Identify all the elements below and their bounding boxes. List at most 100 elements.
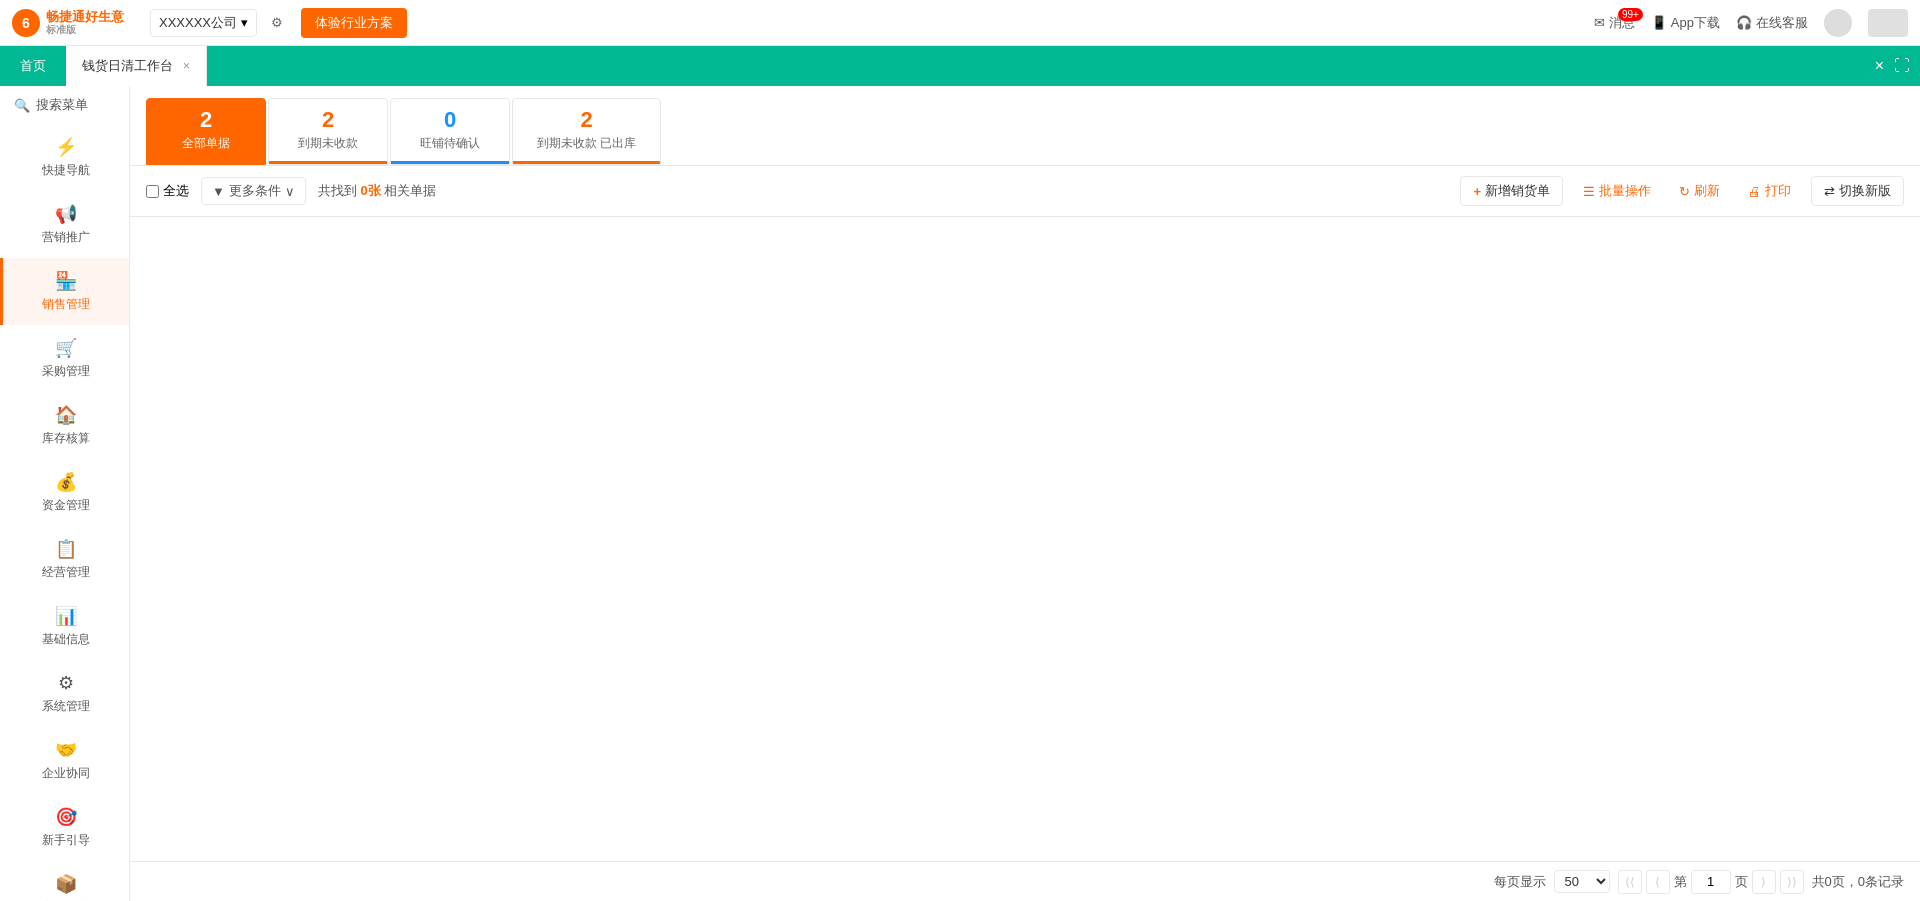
- footer: 每页显示 20 50 100 ⟨⟨ ⟨ 第 页 ⟩ ⟩⟩ 共0页，0条记录: [130, 861, 1920, 901]
- tab-active-label: 钱货日清工作台: [82, 57, 173, 75]
- stat-tab-pending[interactable]: 0 旺铺待确认: [390, 98, 510, 165]
- window-close-button[interactable]: ×: [1875, 57, 1884, 75]
- stat-label-overdue: 到期未收款: [298, 135, 358, 152]
- first-page-button[interactable]: ⟨⟨: [1618, 870, 1642, 894]
- sidebar-item-enterprise[interactable]: 🤝 企业协同: [0, 727, 129, 794]
- phone-icon: 📱: [1651, 15, 1667, 30]
- sidebar-item-label: 营销推广: [42, 229, 90, 246]
- app-download-label: App下载: [1671, 14, 1720, 32]
- headset-icon: 🎧: [1736, 15, 1752, 30]
- message-badge: 99+: [1618, 8, 1643, 21]
- stat-number-overdue: 2: [322, 107, 334, 133]
- sidebar-item-finance[interactable]: 💰 资金管理: [0, 459, 129, 526]
- stat-tab-all[interactable]: 2 全部单据: [146, 98, 266, 165]
- new-sales-order-button[interactable]: + 新增销货单: [1460, 176, 1563, 206]
- batch-label: 批量操作: [1599, 182, 1651, 200]
- refresh-button[interactable]: ↻ 刷新: [1671, 178, 1728, 204]
- tab-home[interactable]: 首页: [0, 46, 66, 86]
- toolbar: 全选 ▼ 更多条件 ∨ 共找到 0张 相关单据 + 新增销货单 ☰ 批量操作: [130, 166, 1920, 217]
- sidebar-item-label: 系统管理: [42, 698, 90, 715]
- header-right: ✉ 消息 99+ 📱 App下载 🎧 在线客服: [1594, 9, 1908, 37]
- sidebar: 🔍 搜索菜单 ⚡ 快捷导航 📢 营销推广 🏪 销售管理 🛒 采购管理 🏠 库存核…: [0, 86, 130, 901]
- select-all-input[interactable]: [146, 185, 159, 198]
- table-area: [130, 217, 1920, 861]
- print-button[interactable]: 🖨 打印: [1740, 178, 1799, 204]
- sidebar-item-label: 销售管理: [42, 296, 90, 313]
- stats-tabs: 2 全部单据 2 到期未收款 0 旺铺待确认 2 到期未收款 已出库: [130, 86, 1920, 166]
- new-btn-label: 新增销货单: [1485, 182, 1550, 200]
- filter-label: 更多条件: [229, 182, 281, 200]
- system-icon: ⚙: [58, 672, 74, 694]
- search-menu-item[interactable]: 🔍 搜索菜单: [0, 86, 129, 124]
- chevron-down-icon: ▾: [241, 15, 248, 30]
- switch-version-button[interactable]: ⇄ 切换新版: [1811, 176, 1904, 206]
- trial-button[interactable]: 体验行业方案: [301, 8, 407, 38]
- sidebar-item-app-center[interactable]: 📦 应用中心: [0, 861, 129, 901]
- last-page-button[interactable]: ⟩⟩: [1780, 870, 1804, 894]
- stat-tab-overdue[interactable]: 2 到期未收款: [268, 98, 388, 165]
- found-prefix: 共找到: [318, 183, 357, 198]
- settings-button[interactable]: ⚙: [263, 9, 291, 37]
- sidebar-item-quick-nav[interactable]: ⚡ 快捷导航: [0, 124, 129, 191]
- tab-right-icons: × ⛶: [1875, 57, 1920, 75]
- sidebar-item-system[interactable]: ⚙ 系统管理: [0, 660, 129, 727]
- app-center-icon: 📦: [55, 873, 77, 895]
- found-text: 共找到 0张 相关单据: [318, 182, 436, 200]
- sidebar-item-label: 基础信息: [42, 631, 90, 648]
- filter-button[interactable]: ▼ 更多条件 ∨: [201, 177, 306, 205]
- username-display[interactable]: [1868, 9, 1908, 37]
- refresh-icon: ↻: [1679, 184, 1690, 199]
- page-size-select[interactable]: 20 50 100: [1554, 870, 1610, 893]
- chevron-down-icon: ∨: [285, 184, 295, 199]
- toolbar-right: + 新增销货单 ☰ 批量操作 ↻ 刷新 🖨 打印 ⇄ 切换新版: [1460, 176, 1904, 206]
- select-all-label: 全选: [163, 182, 189, 200]
- switch-label: 切换新版: [1839, 182, 1891, 200]
- company-selector[interactable]: XXXXXX公司 ▾: [150, 9, 257, 37]
- page-number-input[interactable]: [1691, 870, 1731, 894]
- online-service-label: 在线客服: [1756, 14, 1808, 32]
- search-menu-label: 搜索菜单: [36, 96, 88, 114]
- batch-icon: ☰: [1583, 184, 1595, 199]
- stat-tab-shipped[interactable]: 2 到期未收款 已出库: [512, 98, 661, 165]
- content-area: 2 全部单据 2 到期未收款 0 旺铺待确认 2 到期未收款 已出库: [130, 86, 1920, 901]
- sales-icon: 🏪: [55, 270, 77, 292]
- next-page-button[interactable]: ⟩: [1752, 870, 1776, 894]
- batch-operation-button[interactable]: ☰ 批量操作: [1575, 178, 1659, 204]
- window-expand-button[interactable]: ⛶: [1894, 57, 1910, 75]
- enterprise-icon: 🤝: [55, 739, 77, 761]
- prev-page-button[interactable]: ⟨: [1646, 870, 1670, 894]
- page-unit: 页: [1735, 873, 1748, 891]
- sidebar-item-marketing[interactable]: 📢 营销推广: [0, 191, 129, 258]
- tab-bar: 首页 钱货日清工作台 × × ⛶: [0, 46, 1920, 86]
- stat-number-pending: 0: [444, 107, 456, 133]
- found-suffix: 相关单据: [384, 183, 436, 198]
- avatar[interactable]: [1824, 9, 1852, 37]
- purchase-icon: 🛒: [55, 337, 77, 359]
- tab-underline-all: [147, 161, 265, 164]
- select-all-checkbox[interactable]: 全选: [146, 182, 189, 200]
- sidebar-item-guide[interactable]: 🎯 新手引导: [0, 794, 129, 861]
- finance-icon: 💰: [55, 471, 77, 493]
- page-nav: ⟨⟨ ⟨ 第 页 ⟩ ⟩⟩: [1618, 870, 1804, 894]
- logo-area: 6 畅捷通好生意 标准版: [12, 9, 142, 37]
- sidebar-item-label: 经营管理: [42, 564, 90, 581]
- print-label: 打印: [1765, 182, 1791, 200]
- stat-label-shipped: 到期未收款 已出库: [537, 135, 636, 152]
- message-button[interactable]: ✉ 消息 99+: [1594, 14, 1635, 32]
- sidebar-item-purchase[interactable]: 🛒 采购管理: [0, 325, 129, 392]
- inventory-icon: 🏠: [55, 404, 77, 426]
- refresh-label: 刷新: [1694, 182, 1720, 200]
- sidebar-item-inventory[interactable]: 🏠 库存核算: [0, 392, 129, 459]
- plus-icon: +: [1473, 184, 1481, 199]
- tab-underline-overdue: [269, 161, 387, 164]
- tab-close-button[interactable]: ×: [183, 59, 190, 73]
- sidebar-item-sales[interactable]: 🏪 销售管理: [0, 258, 129, 325]
- stat-label-pending: 旺铺待确认: [420, 135, 480, 152]
- online-service-button[interactable]: 🎧 在线客服: [1736, 14, 1808, 32]
- tab-active[interactable]: 钱货日清工作台 ×: [66, 46, 207, 86]
- switch-icon: ⇄: [1824, 184, 1835, 199]
- app-download-button[interactable]: 📱 App下载: [1651, 14, 1720, 32]
- sidebar-item-operations[interactable]: 📋 经营管理: [0, 526, 129, 593]
- logo-icon: 6: [12, 9, 40, 37]
- sidebar-item-base-info[interactable]: 📊 基础信息: [0, 593, 129, 660]
